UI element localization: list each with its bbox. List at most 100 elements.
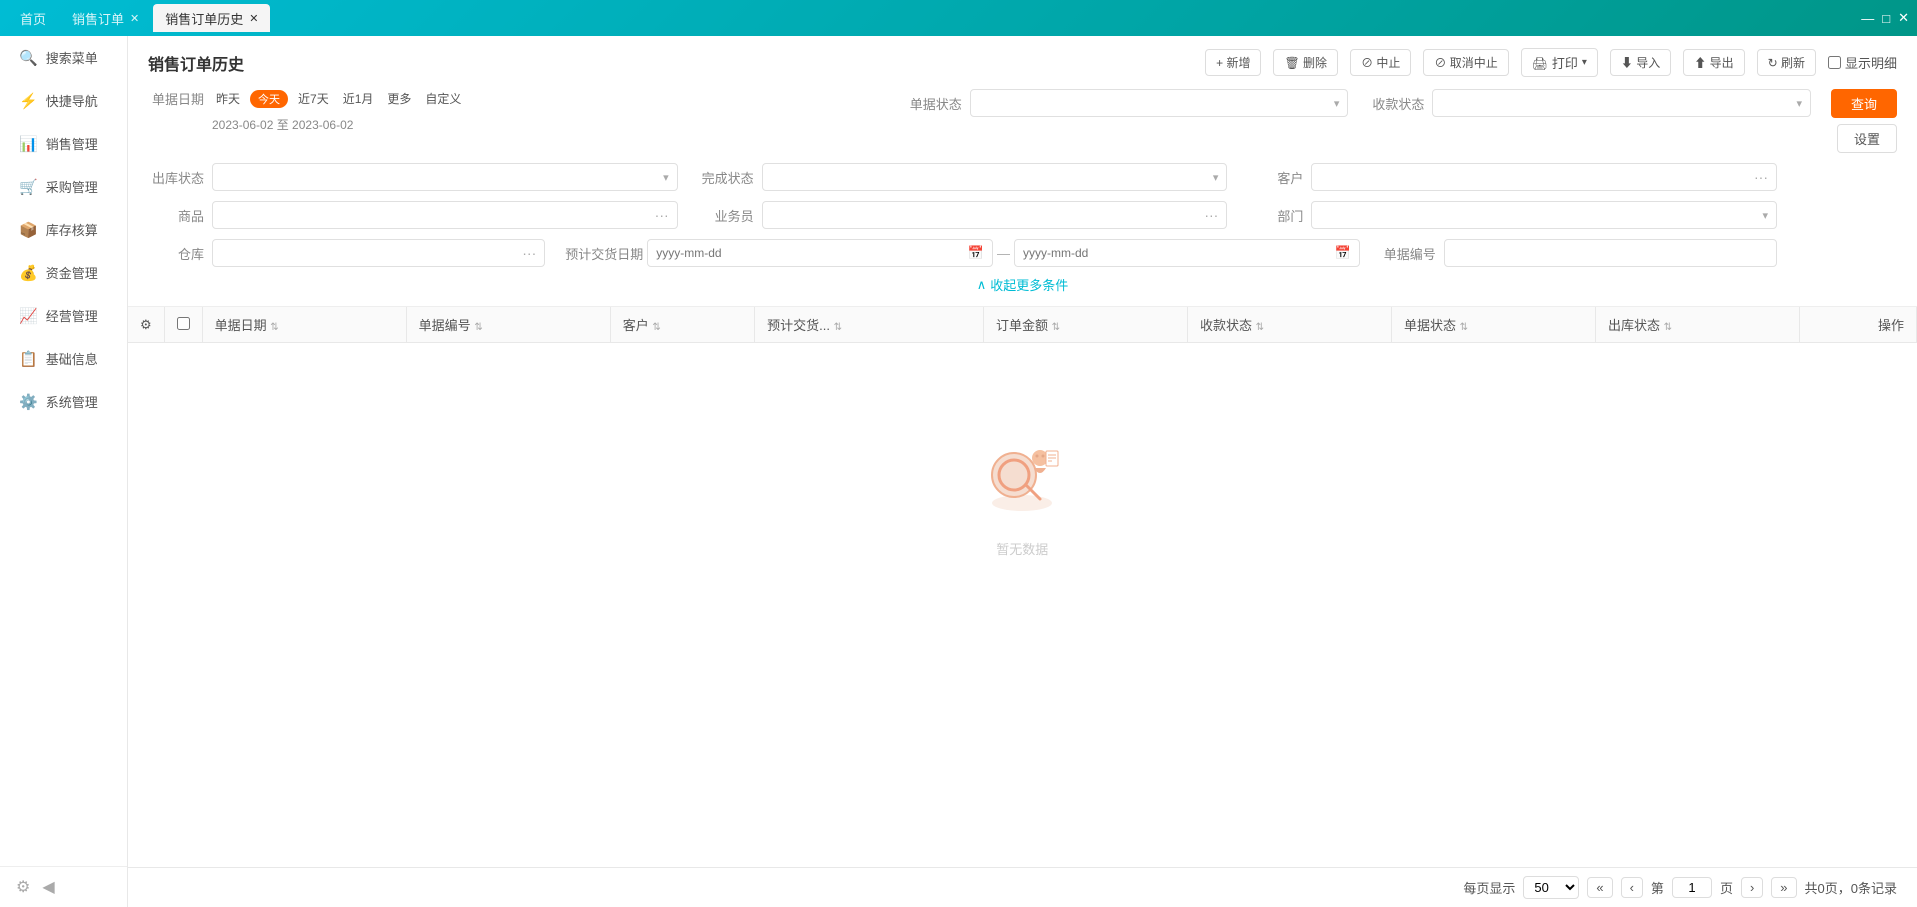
tab-sales-order[interactable]: 销售订单 ✕ [60,4,151,32]
filter-settings-btn[interactable]: 设置 [1837,124,1897,153]
col-checkbox[interactable] [164,307,202,343]
per-page-select[interactable]: 50 10 20 100 [1523,876,1579,899]
payment-status-filter: 收款状态 ▾ [1368,89,1811,117]
col-settings[interactable]: ⚙ [128,307,164,343]
sidebar-item-basic-info[interactable]: 📋 基础信息 [0,337,127,380]
sidebar-item-quick-nav-label: 快捷导航 [46,91,98,110]
department-caret-icon: ▾ [1762,209,1768,222]
sidebar-item-search-menu[interactable]: 🔍 搜索菜单 [0,36,127,79]
complete-status-filter: 完成状态 ▾ [698,163,1228,191]
expected-date-to[interactable]: 📅 [1014,239,1360,267]
col-payment-status-sort-icon[interactable]: ⇅ [1256,322,1264,333]
filter-action-btns: 查询 设置 [1831,89,1897,153]
date-last7-btn[interactable]: 近7天 [294,89,333,108]
sidebar-item-quick-nav[interactable]: ⚡ 快捷导航 [0,79,127,122]
display-detail-label: 显示明细 [1845,53,1897,72]
import-btn[interactable]: ⬇ 导入 [1610,49,1671,76]
new-btn[interactable]: + 新增 [1205,49,1261,76]
top-bar: 首页 销售订单 ✕ 销售订单历史 ✕ — □ ✕ [0,0,1917,36]
expected-date-from-input[interactable] [656,246,964,260]
sidebar-item-system[interactable]: ⚙️ 系统管理 [0,380,127,423]
filter-area: 销售订单历史 + 新增 🗑 删除 ⊘ 中止 ⊘ 取消中止 🖨 打印 ▾ ⬇ 导入… [128,36,1917,307]
calendar-to-icon[interactable]: 📅 [1335,245,1351,261]
query-btn[interactable]: 查询 [1831,89,1897,118]
col-amount-sort-icon[interactable]: ⇅ [1052,322,1060,333]
page-number-input[interactable] [1672,877,1712,898]
customer-input[interactable]: ··· [1311,163,1777,191]
refresh-btn[interactable]: ↻ 刷新 [1757,49,1816,76]
salesperson-input[interactable]: ··· [762,201,1228,229]
window-minimize-btn[interactable]: — [1861,11,1874,26]
date-more-btn[interactable]: 更多 [383,89,415,108]
sidebar-collapse-icon[interactable]: ◀ [42,877,54,897]
col-date-sort-icon[interactable]: ⇅ [270,322,278,333]
page-label: 第 [1651,878,1664,897]
window-maximize-btn[interactable]: □ [1882,11,1890,26]
first-page-btn[interactable]: « [1587,877,1612,898]
date-today-btn[interactable]: 今天 [250,90,288,108]
warehouse-input[interactable]: ··· [212,239,545,267]
display-detail-toggle[interactable]: 显示明细 [1828,53,1897,72]
empty-text: 暂无数据 [996,539,1048,558]
print-label: 🖨 打印 [1532,53,1578,72]
tab-sales-order-close[interactable]: ✕ [130,12,139,25]
warehouse-dots-icon[interactable]: ··· [522,245,536,261]
date-custom-btn[interactable]: 自定义 [421,89,465,108]
col-customer-sort-icon[interactable]: ⇅ [652,322,660,333]
sidebar-settings-icon[interactable]: ⚙ [16,877,30,897]
table-area: ⚙ 单据日期 ⇅ 单据编号 ⇅ [128,307,1917,867]
warehouse-status-label: 出库状态 [148,168,204,187]
col-date[interactable]: 单据日期 ⇅ [202,307,406,343]
window-close-btn[interactable]: ✕ [1898,10,1909,26]
col-warehouse-status-sort-icon[interactable]: ⇅ [1664,322,1672,333]
order-status-select[interactable]: ▾ [970,89,1349,117]
col-amount[interactable]: 订单金额 ⇅ [983,307,1187,343]
sidebar-item-purchase[interactable]: 🛒 采购管理 [0,165,127,208]
goods-dots-icon[interactable]: ··· [655,207,669,223]
sidebar-item-inventory[interactable]: 📦 库存核算 [0,208,127,251]
tab-sales-order-history-close[interactable]: ✕ [249,12,258,25]
stop-btn[interactable]: ⊘ 中止 [1350,49,1411,76]
prev-page-btn[interactable]: ‹ [1621,877,1643,898]
col-order-status[interactable]: 单据状态 ⇅ [1391,307,1595,343]
department-select[interactable]: ▾ [1311,201,1777,229]
order-no-input[interactable] [1444,239,1777,267]
cancel-stop-btn[interactable]: ⊘ 取消中止 [1423,49,1508,76]
col-expected-date[interactable]: 预计交货... ⇅ [755,307,984,343]
tab-home[interactable]: 首页 [8,4,58,32]
calendar-from-icon[interactable]: 📅 [968,245,984,261]
payment-status-select[interactable]: ▾ [1432,89,1811,117]
next-page-btn[interactable]: › [1741,877,1763,898]
col-amount-label: 订单金额 [996,318,1048,333]
delete-btn[interactable]: 🗑 删除 [1273,49,1338,76]
tab-sales-order-history[interactable]: 销售订单历史 ✕ [153,4,270,32]
expected-date-to-input[interactable] [1023,246,1331,260]
col-warehouse-status[interactable]: 出库状态 ⇅ [1596,307,1800,343]
col-expected-date-sort-icon[interactable]: ⇅ [834,322,842,333]
goods-input[interactable]: ··· [212,201,678,229]
col-order-status-sort-icon[interactable]: ⇅ [1460,322,1468,333]
last-page-btn[interactable]: » [1771,877,1796,898]
purchase-icon: 🛒 [19,178,38,196]
table-settings-icon[interactable]: ⚙ [140,317,152,332]
sidebar-item-operations[interactable]: 📈 经营管理 [0,294,127,337]
customer-dots-icon[interactable]: ··· [1754,169,1768,185]
display-detail-checkbox[interactable] [1828,56,1841,69]
date-yesterday-btn[interactable]: 昨天 [212,89,244,108]
col-customer[interactable]: 客户 ⇅ [610,307,754,343]
sidebar-item-sales[interactable]: 📊 销售管理 [0,122,127,165]
complete-status-select[interactable]: ▾ [762,163,1228,191]
date-last1month-btn[interactable]: 近1月 [339,89,378,108]
export-btn[interactable]: ⬆ 导出 [1683,49,1744,76]
print-btn[interactable]: 🖨 打印 ▾ [1521,48,1598,77]
warehouse-filter: 仓库 ··· [148,239,545,267]
col-order-no[interactable]: 单据编号 ⇅ [406,307,610,343]
col-order-no-sort-icon[interactable]: ⇅ [474,322,482,333]
warehouse-status-select[interactable]: ▾ [212,163,678,191]
expected-date-from[interactable]: 📅 [647,239,993,267]
select-all-checkbox[interactable] [177,317,190,330]
collapse-row[interactable]: ∧ 收起更多条件 [148,275,1897,294]
sidebar-item-finance[interactable]: 💰 资金管理 [0,251,127,294]
col-payment-status[interactable]: 收款状态 ⇅ [1187,307,1391,343]
salesperson-dots-icon[interactable]: ··· [1204,207,1218,223]
